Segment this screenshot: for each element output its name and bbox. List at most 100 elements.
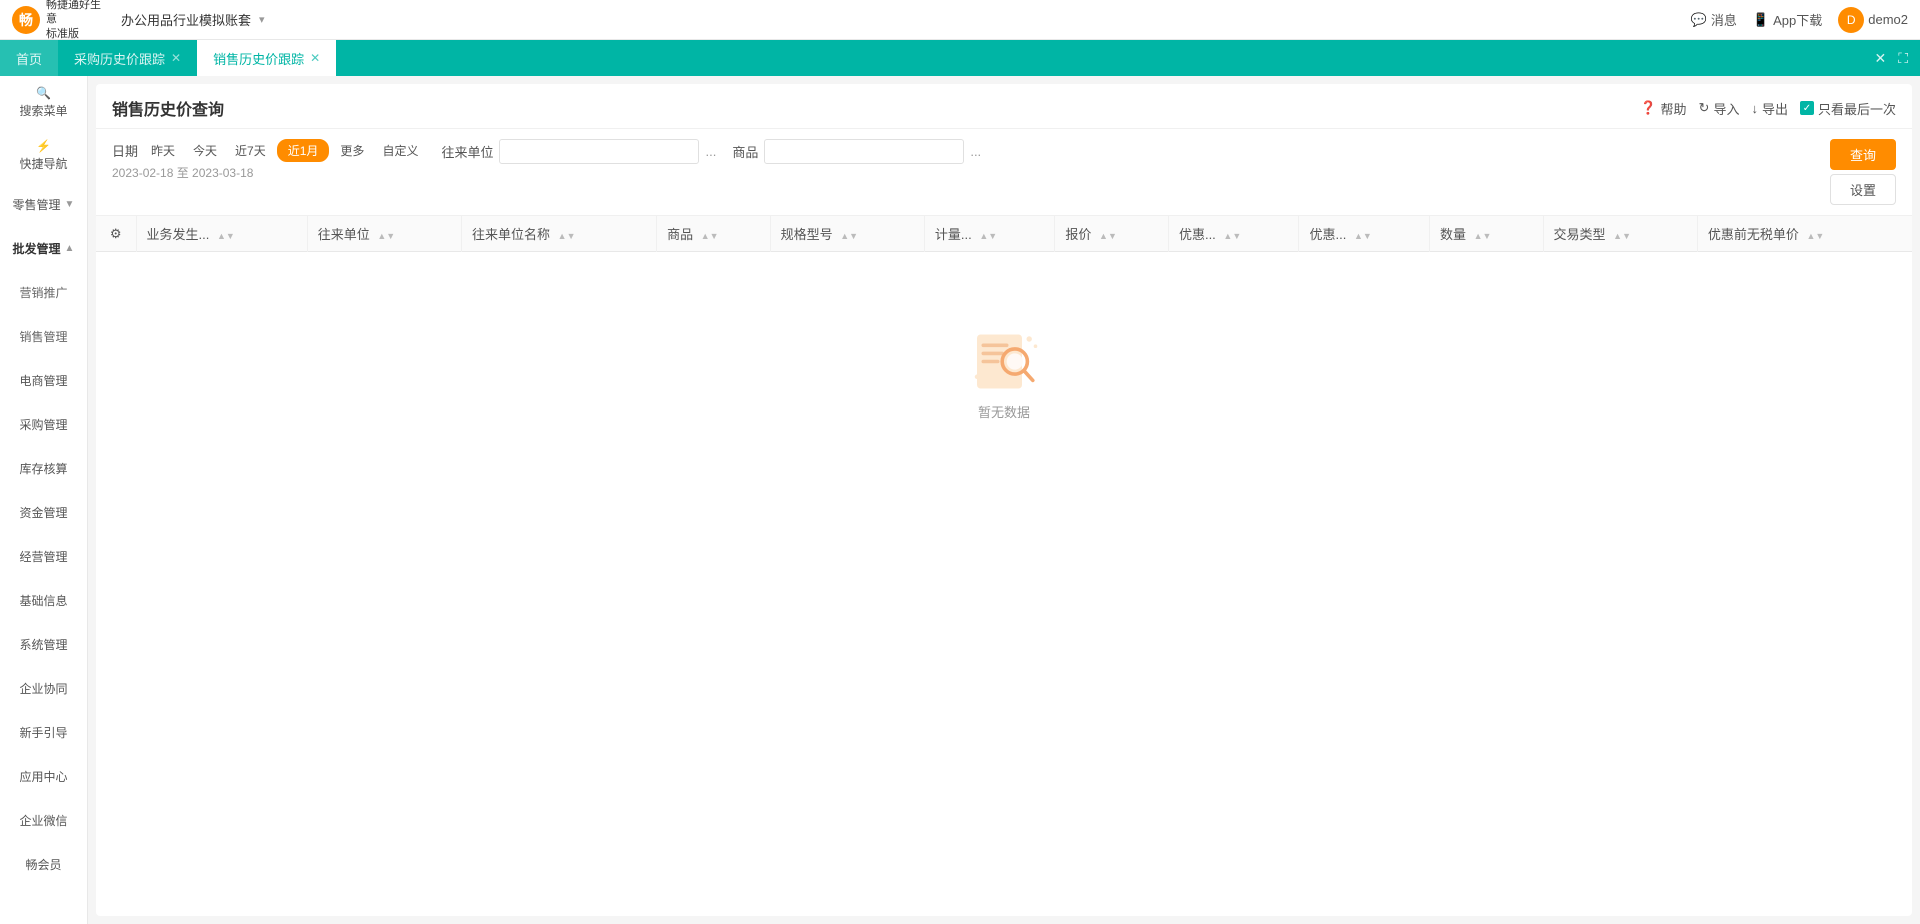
- sidebar-item-operation[interactable]: 经营管理: [0, 534, 87, 578]
- tab-bar: 首页 采购历史价跟踪 ✕ 销售历史价跟踪 ✕ ✕ ⛶: [0, 40, 1920, 76]
- tab-home[interactable]: 首页: [0, 40, 58, 76]
- empty-illustration: [959, 312, 1049, 402]
- tab-close-btn[interactable]: ✕: [1870, 48, 1890, 69]
- date-btn-today[interactable]: 今天: [186, 139, 224, 162]
- user-name: demo2: [1868, 12, 1908, 27]
- sort-arrows-discount1: ▲▼: [1223, 231, 1241, 241]
- tab-purchase-history[interactable]: 采购历史价跟踪 ✕: [58, 40, 197, 76]
- th-biz-date[interactable]: 业务发生... ▲▼: [136, 216, 307, 252]
- tab-sales-history[interactable]: 销售历史价跟踪 ✕: [197, 40, 336, 76]
- th-goods[interactable]: 商品 ▲▼: [657, 216, 771, 252]
- date-btn-more[interactable]: 更多: [333, 139, 371, 162]
- header-bar: 畅 畅捷通好生意 标准版 办公用品行业模拟账套 ▾ 💬 消息 📱 App下载 D…: [0, 0, 1920, 40]
- table-header-row: ⚙ 业务发生... ▲▼ 往来单位 ▲▼ 往来单位名称 ▲: [96, 216, 1912, 252]
- filter-date-group: 日期 昨天 今天 近7天 近1月 更多 自定义 2023-02-18 至 202…: [112, 139, 425, 181]
- sidebar-item-quick-nav[interactable]: ⚡ 快捷导航: [0, 129, 87, 182]
- sort-arrows-pretax-price: ▲▼: [1806, 231, 1824, 241]
- user-avatar: D: [1838, 7, 1864, 33]
- query-btn[interactable]: 查询: [1830, 139, 1896, 170]
- app-download-btn[interactable]: 📱 App下载: [1753, 10, 1822, 29]
- filter-action-btns: 查询 设置: [1830, 139, 1896, 205]
- app-title-text: 办公用品行业模拟账套: [121, 10, 251, 29]
- logo-text: 畅捷通好生意 标准版: [46, 0, 101, 41]
- goods-filter-label: 商品: [732, 142, 758, 161]
- help-icon: ❓: [1640, 100, 1656, 116]
- goods-filter-group: 商品 ...: [732, 139, 981, 164]
- sidebar-item-inventory[interactable]: 库存核算: [0, 446, 87, 490]
- quick-nav-icon: ⚡: [36, 139, 51, 153]
- partner-filter-dots[interactable]: ...: [705, 144, 716, 159]
- date-btn-custom[interactable]: 自定义: [375, 139, 425, 162]
- help-btn[interactable]: ❓ 帮助: [1640, 99, 1686, 118]
- user-profile-btn[interactable]: D demo2: [1838, 7, 1908, 33]
- th-partner-code[interactable]: 往来单位 ▲▼: [307, 216, 461, 252]
- date-btn-1month[interactable]: 近1月: [277, 139, 330, 162]
- filter-bar: 日期 昨天 今天 近7天 近1月 更多 自定义 2023-02-18 至 202…: [96, 129, 1912, 216]
- tab-maximize-btn[interactable]: ⛶: [1894, 48, 1912, 69]
- sort-arrows-quote: ▲▼: [1099, 231, 1117, 241]
- partner-filter-group: 往来单位 ...: [441, 139, 716, 164]
- export-btn[interactable]: ↓ 导出: [1751, 99, 1788, 118]
- page-container: 销售历史价查询 ❓ 帮助 ↻ 导入 ↓ 导出 ✓: [96, 84, 1912, 916]
- page-title: 销售历史价查询: [112, 96, 224, 120]
- download-icon: 📱: [1753, 12, 1769, 28]
- date-filter-row: 日期 昨天 今天 近7天 近1月 更多 自定义: [112, 139, 425, 162]
- date-btn-7days[interactable]: 近7天: [228, 139, 273, 162]
- tab-sales-history-close[interactable]: ✕: [310, 51, 320, 65]
- sidebar-item-wechat[interactable]: 企业微信: [0, 798, 87, 842]
- th-quote[interactable]: 报价 ▲▼: [1055, 216, 1169, 252]
- sidebar-item-marketing[interactable]: 营销推广: [0, 270, 87, 314]
- sort-arrows-biz-date: ▲▼: [217, 231, 235, 241]
- date-btn-yesterday[interactable]: 昨天: [144, 139, 182, 162]
- retail-arrow-icon: ▼: [65, 199, 75, 210]
- last-only-checkbox[interactable]: ✓: [1800, 101, 1814, 115]
- sort-arrows-trade-type: ▲▼: [1613, 231, 1631, 241]
- th-partner-name[interactable]: 往来单位名称 ▲▼: [462, 216, 657, 252]
- tab-purchase-history-close[interactable]: ✕: [171, 51, 181, 65]
- sidebar-item-enterprise[interactable]: 企业协同: [0, 666, 87, 710]
- date-range-text: 2023-02-18 至 2023-03-18: [112, 164, 425, 181]
- th-settings[interactable]: ⚙: [96, 216, 136, 252]
- sort-arrows-spec: ▲▼: [840, 231, 858, 241]
- last-only-checkbox-label[interactable]: ✓ 只看最后一次: [1800, 99, 1896, 118]
- wholesale-arrow-icon: ▲: [65, 243, 75, 254]
- sidebar-item-app-center[interactable]: 应用中心: [0, 754, 87, 798]
- date-btns: 昨天 今天 近7天 近1月 更多 自定义: [144, 139, 425, 162]
- export-icon: ↓: [1751, 101, 1758, 116]
- th-spec[interactable]: 规格型号 ▲▼: [770, 216, 924, 252]
- sort-arrows-unit: ▲▼: [979, 231, 997, 241]
- sidebar-item-finance[interactable]: 资金管理: [0, 490, 87, 534]
- sidebar-item-system[interactable]: 系统管理: [0, 622, 87, 666]
- sidebar-item-member[interactable]: 畅会员: [0, 842, 87, 886]
- partner-filter-label: 往来单位: [441, 142, 493, 161]
- th-discount2[interactable]: 优惠... ▲▼: [1299, 216, 1430, 252]
- th-discount1[interactable]: 优惠... ▲▼: [1168, 216, 1299, 252]
- empty-text: 暂无数据: [978, 402, 1030, 421]
- sidebar-item-search[interactable]: 🔍 搜索菜单: [0, 76, 87, 129]
- goods-filter-input[interactable]: [764, 139, 964, 164]
- sidebar-item-wholesale[interactable]: 批发管理 ▲: [0, 226, 87, 270]
- app-title-dropdown-icon[interactable]: ▾: [259, 13, 265, 26]
- main-layout: 🔍 搜索菜单 ⚡ 快捷导航 零售管理 ▼ 批发管理 ▲ 营销推广 销售管理 电商…: [0, 76, 1920, 924]
- header-left: 畅 畅捷通好生意 标准版 办公用品行业模拟账套 ▾: [12, 0, 265, 41]
- table-wrapper: ⚙ 业务发生... ▲▼ 往来单位 ▲▼ 往来单位名称 ▲: [96, 216, 1912, 916]
- th-pretax-price[interactable]: 优惠前无税单价 ▲▼: [1697, 216, 1912, 252]
- sidebar-item-ecommerce[interactable]: 电商管理: [0, 358, 87, 402]
- sidebar-item-guide[interactable]: 新手引导: [0, 710, 87, 754]
- th-unit[interactable]: 计量... ▲▼: [924, 216, 1055, 252]
- goods-filter-dots[interactable]: ...: [970, 144, 981, 159]
- th-trade-type[interactable]: 交易类型 ▲▼: [1543, 216, 1697, 252]
- message-btn[interactable]: 💬 消息: [1691, 10, 1737, 29]
- sort-arrows-discount2: ▲▼: [1354, 231, 1372, 241]
- filter-settings-btn[interactable]: 设置: [1830, 174, 1896, 205]
- import-btn[interactable]: ↻ 导入: [1699, 99, 1740, 118]
- partner-filter-input[interactable]: [499, 139, 699, 164]
- tab-controls: ✕ ⛶: [1870, 48, 1920, 69]
- sidebar-item-sales-mgmt[interactable]: 销售管理: [0, 314, 87, 358]
- sidebar-item-purchase[interactable]: 采购管理: [0, 402, 87, 446]
- sidebar-item-basic-info[interactable]: 基础信息: [0, 578, 87, 622]
- sidebar-item-retail[interactable]: 零售管理 ▼: [0, 182, 87, 226]
- th-qty[interactable]: 数量 ▲▼: [1429, 216, 1543, 252]
- content-area: 销售历史价查询 ❓ 帮助 ↻ 导入 ↓ 导出 ✓: [88, 76, 1920, 924]
- sort-arrows-goods: ▲▼: [701, 231, 719, 241]
